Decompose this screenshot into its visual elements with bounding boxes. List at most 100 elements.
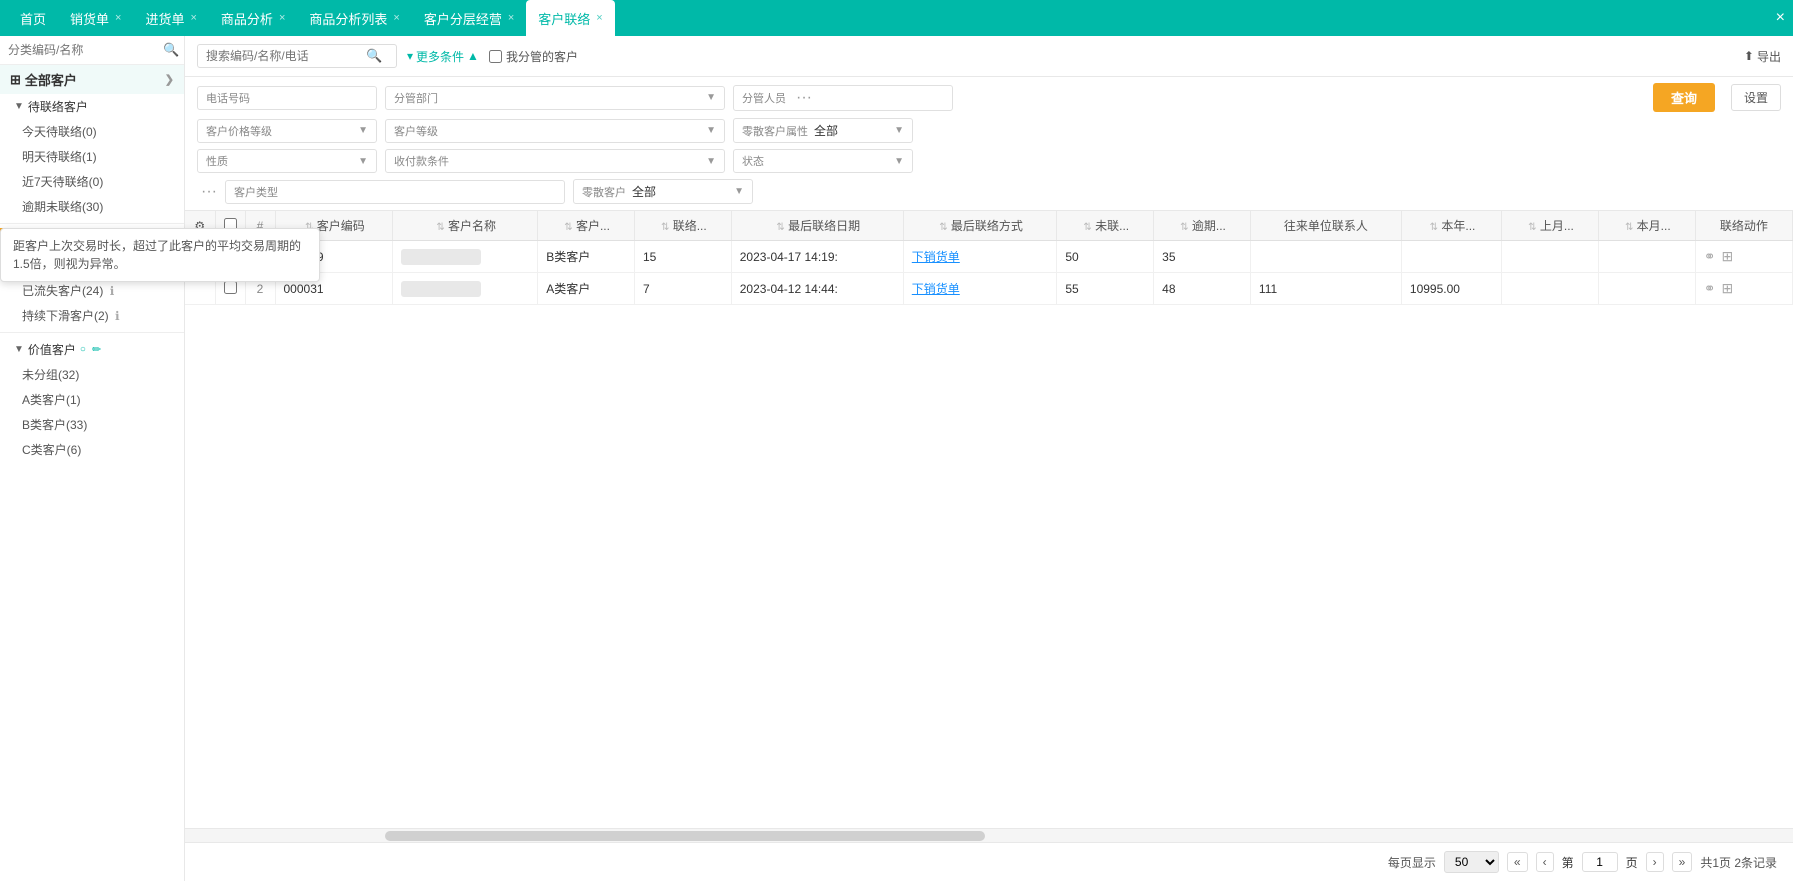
sidebar-item-ungrouped[interactable]: 未分组(32) (0, 362, 184, 387)
retail-customer-dropdown: ▼ (734, 186, 744, 197)
th-last-contact-method[interactable]: ⇅ 最后联络方式 (903, 211, 1057, 241)
filter-status[interactable]: 状态 ▼ (733, 149, 913, 173)
nav-product-analysis-close[interactable]: × (279, 12, 285, 24)
first-page-button[interactable]: « (1507, 852, 1528, 872)
th-this-year[interactable]: ⇅ 本年... (1401, 211, 1501, 241)
th-overdue[interactable]: ⇅ 逾期... (1154, 211, 1251, 241)
row-checkbox[interactable] (224, 281, 237, 294)
my-customer-checkbox[interactable] (489, 50, 502, 63)
sidebar-item-today-pending[interactable]: 今天待联络(0) (0, 119, 184, 144)
th-uncontacted[interactable]: ⇅ 未联... (1057, 211, 1154, 241)
filter-retail-attr[interactable]: 零散客户属性 全部 ▼ (733, 118, 913, 143)
last-page-button[interactable]: » (1672, 852, 1693, 872)
horizontal-scrollbar[interactable] (185, 828, 1793, 842)
nav-sales-order[interactable]: 销货单 × (58, 0, 133, 36)
sidebar-group-pending-contact[interactable]: ▼ 待联络客户 (0, 94, 184, 119)
price-level-label: 客户价格等级 (206, 123, 272, 139)
nav-customer-segmentation-close[interactable]: × (508, 12, 514, 24)
nav-product-analysis[interactable]: 商品分析 × (209, 0, 297, 36)
per-page-select[interactable]: 50 100 200 (1444, 851, 1499, 873)
retail-customer-label: 零散客户 (582, 184, 626, 200)
status-dropdown: ▼ (894, 156, 904, 167)
th-contact-count[interactable]: ⇅ 联络... (634, 211, 731, 241)
row-last-method[interactable]: 下销货单 (903, 273, 1057, 305)
scrollbar-thumb[interactable] (385, 831, 985, 841)
retail-attr-dropdown: ▼ (894, 125, 904, 136)
th-customer-name[interactable]: ⇅ 客户名称 (393, 211, 538, 241)
retail-attr-value: 全部 (814, 122, 894, 139)
more-conditions-button[interactable]: ▾ 更多条件 ▲ (407, 48, 479, 65)
nav-sales-order-close[interactable]: × (115, 12, 121, 24)
my-customer-checkbox-label[interactable]: 我分管的客户 (489, 48, 578, 65)
filter-payment[interactable]: 收付款条件 ▼ (385, 149, 725, 173)
window-close-button[interactable]: × (1776, 9, 1785, 27)
sidebar-item-class-a[interactable]: A类客户(1) (0, 387, 184, 412)
sidebar-item-tomorrow-pending[interactable]: 明天待联络(1) (0, 144, 184, 169)
row-name[interactable] (393, 273, 538, 305)
nav-customer-contact[interactable]: 客户联络 × (526, 0, 614, 36)
contact-method-link[interactable]: 下销货单 (912, 250, 960, 264)
row-action-icon-1[interactable]: ⚭ (1704, 248, 1716, 265)
th-customer-type[interactable]: ⇅ 客户... (538, 211, 635, 241)
nav-product-analysis-list[interactable]: 商品分析列表 × (297, 0, 411, 36)
sort-icon-date: ⇅ (776, 222, 784, 233)
th-contact-person[interactable]: 往来单位联系人 (1250, 211, 1401, 241)
nav-customer-contact-close[interactable]: × (596, 12, 602, 24)
sidebar-item-declining[interactable]: 持续下滑客户(2) ℹ (0, 303, 184, 328)
more-dots-icon[interactable]: ··· (201, 183, 217, 201)
filter-customer-type[interactable]: 客户类型 (225, 180, 565, 204)
filter-customer-level[interactable]: 客户等级 ▼ (385, 119, 725, 143)
sidebar-item-class-c[interactable]: C类客户(6) (0, 437, 184, 462)
th-last-month[interactable]: ⇅ 上月... (1502, 211, 1599, 241)
filter-dept[interactable]: 分管部门 ▼ (385, 86, 725, 110)
filter-gender[interactable]: 性质 ▼ (197, 149, 377, 173)
search-input[interactable] (206, 49, 366, 63)
sidebar-value-group[interactable]: ▼ 价值客户 ○ ✏ (0, 337, 184, 362)
gender-label: 性质 (206, 153, 228, 169)
search-icon[interactable]: 🔍 (366, 48, 382, 64)
row-action-icon-2[interactable]: ⊞ (1721, 248, 1733, 265)
next-page-button[interactable]: › (1646, 852, 1664, 872)
sidebar-all-customers[interactable]: ⊞ 全部客户 ❯ (0, 65, 184, 94)
filter-price-level[interactable]: 客户价格等级 ▼ (197, 119, 377, 143)
filter-phone[interactable]: 电话号码 (197, 86, 377, 110)
filter-area: 电话号码 分管部门 ▼ 分管人员 ··· 查询 设置 客户价格等级 ▼ (185, 77, 1793, 211)
sort-icon-last-month: ⇅ (1528, 222, 1536, 233)
edit-value-group-icon[interactable]: ✏ (92, 343, 101, 356)
nav-purchase-order-close[interactable]: × (190, 12, 196, 24)
info-icon-declining[interactable]: ℹ (115, 309, 120, 323)
filter-retail-customer[interactable]: 零散客户 全部 ▼ (573, 179, 753, 204)
row-name[interactable] (393, 241, 538, 273)
settings-button[interactable]: 设置 (1731, 84, 1781, 111)
query-button[interactable]: 查询 (1653, 83, 1715, 112)
row-action-icon-1[interactable]: ⚭ (1704, 280, 1716, 297)
contact-method-link[interactable]: 下销货单 (912, 282, 960, 296)
main-layout: 🔍 ⊞ 全部客户 ❯ ▼ 待联络客户 今天待联络(0) 明天待联络(1) 近7天… (0, 36, 1793, 881)
th-last-contact-date[interactable]: ⇅ 最后联络日期 (731, 211, 903, 241)
collapse-sidebar-icon[interactable]: ❯ (165, 73, 174, 86)
row-this-month (1598, 273, 1695, 305)
export-button[interactable]: ⬆ 导出 (1744, 48, 1781, 65)
nav-purchase-order[interactable]: 进货单 × (133, 0, 208, 36)
sidebar-item-7days-pending[interactable]: 近7天待联络(0) (0, 169, 184, 194)
page-input[interactable] (1582, 852, 1618, 872)
nav-customer-segmentation[interactable]: 客户分层经营 × (412, 0, 526, 36)
dept-dropdown-arrow: ▼ (706, 92, 716, 103)
row-last-method[interactable]: 下销货单 (903, 241, 1057, 273)
row-action-icon-2[interactable]: ⊞ (1721, 280, 1733, 297)
page-suffix: 页 (1626, 854, 1638, 871)
status-label: 状态 (742, 153, 764, 169)
prev-page-button[interactable]: ‹ (1536, 852, 1554, 872)
info-icon-churned[interactable]: ℹ (110, 284, 115, 298)
th-this-month[interactable]: ⇅ 本月... (1598, 211, 1695, 241)
manager-more-icon[interactable]: ··· (796, 89, 812, 107)
sidebar-item-overdue-contact[interactable]: 逾期未联络(30) (0, 194, 184, 219)
sidebar-search-icon[interactable]: 🔍 (163, 42, 179, 58)
table-row: 1 000039 B类客户 15 2023-04-17 14:19: 下销货单 … (185, 241, 1793, 273)
customer-name-blurred (401, 249, 481, 265)
nav-home[interactable]: 首页 (8, 0, 58, 36)
sidebar-search-input[interactable] (8, 43, 163, 57)
nav-product-analysis-list-close[interactable]: × (393, 12, 399, 24)
filter-manager[interactable]: 分管人员 ··· (733, 85, 953, 111)
sidebar-item-class-b[interactable]: B类客户(33) (0, 412, 184, 437)
